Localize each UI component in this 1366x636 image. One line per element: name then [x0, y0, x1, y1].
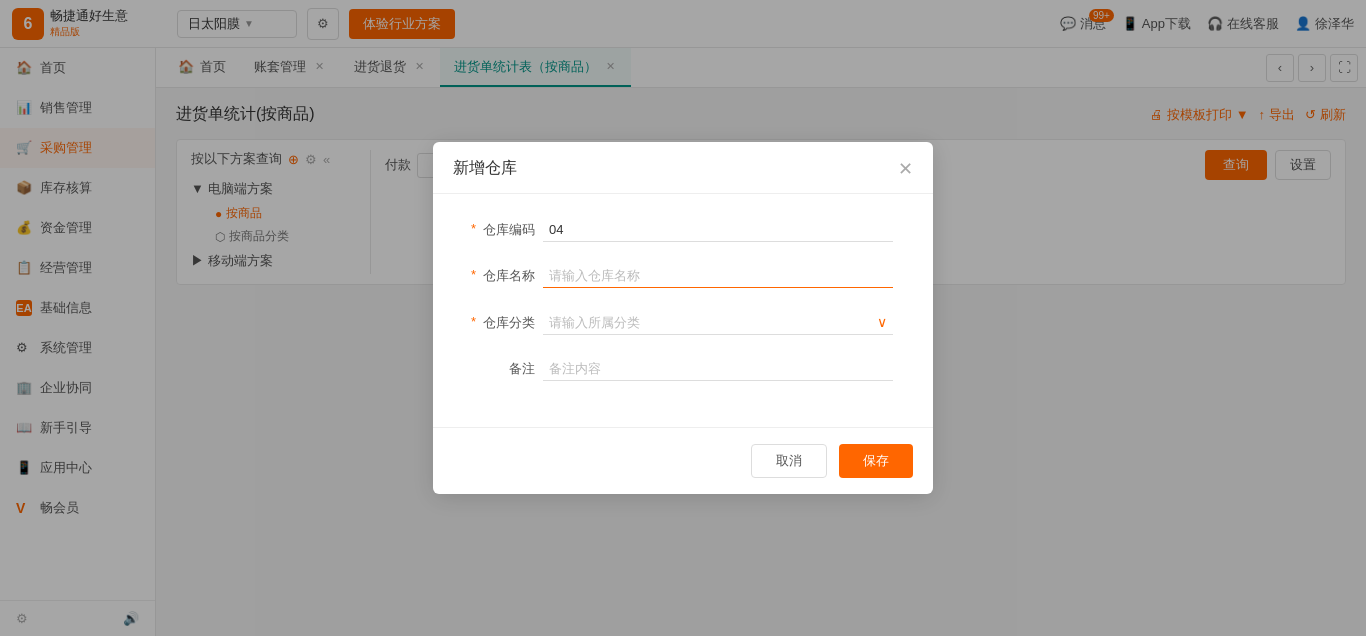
remark-input[interactable] [543, 357, 893, 381]
name-input[interactable] [543, 264, 893, 288]
cancel-button[interactable]: 取消 [751, 444, 827, 478]
form-row-remark: 备注 [473, 357, 893, 381]
remark-label: 备注 [473, 360, 543, 378]
new-warehouse-dialog: 新增仓库 ✕ 仓库编码 仓库名称 仓库分类 ∨ [433, 142, 933, 494]
category-arrow-icon: ∨ [877, 314, 887, 330]
category-select[interactable]: ∨ [543, 310, 893, 335]
category-label: 仓库分类 [473, 314, 543, 332]
form-row-category: 仓库分类 ∨ [473, 310, 893, 335]
dialog-header: 新增仓库 ✕ [433, 142, 933, 194]
form-row-code: 仓库编码 [473, 218, 893, 242]
dialog-close-icon[interactable]: ✕ [898, 160, 913, 178]
modal-overlay: 新增仓库 ✕ 仓库编码 仓库名称 仓库分类 ∨ [0, 0, 1366, 636]
category-input[interactable] [549, 315, 877, 330]
dialog-title: 新增仓库 [453, 158, 517, 179]
code-label: 仓库编码 [473, 221, 543, 239]
code-input[interactable] [543, 218, 893, 242]
save-button[interactable]: 保存 [839, 444, 913, 478]
dialog-body: 仓库编码 仓库名称 仓库分类 ∨ 备注 [433, 194, 933, 427]
name-label: 仓库名称 [473, 267, 543, 285]
dialog-footer: 取消 保存 [433, 427, 933, 494]
form-row-name: 仓库名称 [473, 264, 893, 288]
